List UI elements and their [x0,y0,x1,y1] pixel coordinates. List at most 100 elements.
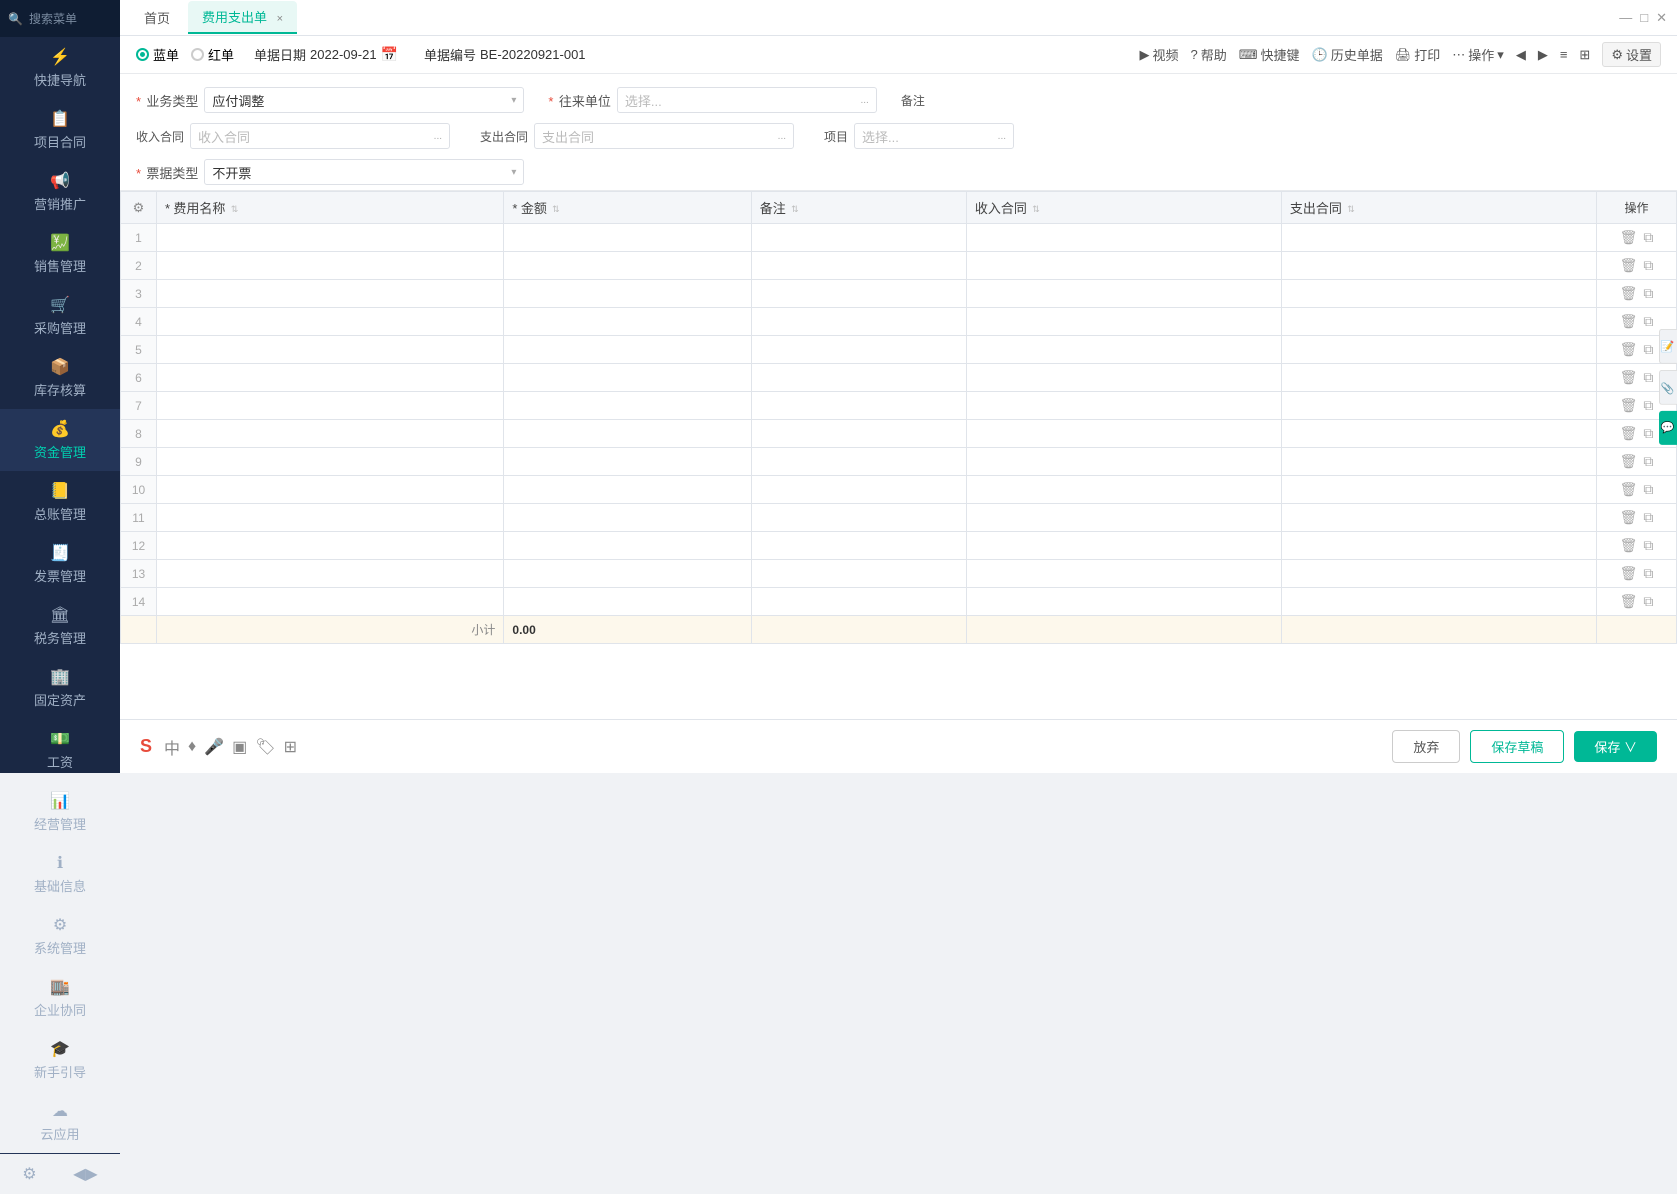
tab-expense[interactable]: 费用支出单 × [188,1,297,34]
sidebar-item-inventory[interactable]: 📦 库存核算 [0,347,120,409]
cell-amount[interactable] [504,476,751,504]
cell-expense-name[interactable] [157,336,504,364]
delete-icon[interactable]: 🗑 [1620,509,1638,526]
cell-expense-contract[interactable] [1281,364,1596,392]
sidebar-item-fund[interactable]: 💰 资金管理 [0,409,120,471]
copy-icon[interactable]: ⧉ [1643,537,1653,554]
expense-contract-select[interactable]: 支出合同 ... [534,123,794,149]
cell-remark[interactable] [751,308,966,336]
project-select[interactable]: 选择... ... [854,123,1014,149]
income-contract-select[interactable]: 收入合同 ... [190,123,450,149]
cell-expense-contract[interactable] [1281,532,1596,560]
cell-expense-contract[interactable] [1281,308,1596,336]
cell-expense-contract[interactable] [1281,588,1596,616]
cell-expense-contract[interactable] [1281,252,1596,280]
cell-income-contract[interactable] [966,364,1281,392]
sidebar-item-sales[interactable]: 💹 销售管理 [0,223,120,285]
cell-expense-name[interactable] [157,476,504,504]
delete-icon[interactable]: 🗑 [1620,369,1638,386]
cell-amount[interactable] [504,308,751,336]
cell-income-contract[interactable] [966,420,1281,448]
cell-income-contract[interactable] [966,392,1281,420]
cell-expense-name[interactable] [157,448,504,476]
copy-icon[interactable]: ⧉ [1643,397,1653,414]
copy-icon[interactable]: ⧉ [1643,593,1653,610]
sidebar-search[interactable]: 🔍 搜索菜单 [0,0,120,37]
cell-income-contract[interactable] [966,560,1281,588]
copy-icon[interactable]: ⧉ [1643,229,1653,246]
delete-icon[interactable]: 🗑 [1620,453,1638,470]
delete-icon[interactable]: 🗑 [1620,537,1638,554]
cell-expense-name[interactable] [157,364,504,392]
cell-amount[interactable] [504,504,751,532]
diamond-icon[interactable]: ♦ [188,738,196,756]
cell-income-contract[interactable] [966,224,1281,252]
video-btn[interactable]: ▶ 视频 [1140,45,1179,64]
cell-remark[interactable] [751,560,966,588]
cell-income-contract[interactable] [966,336,1281,364]
delete-icon[interactable]: 🗑 [1620,285,1638,302]
history-btn[interactable]: 🕒 历史单据 [1312,45,1383,64]
cell-remark[interactable] [751,336,966,364]
sidebar-item-newbie[interactable]: 🎓 新手引导 [0,1029,120,1091]
cell-income-contract[interactable] [966,532,1281,560]
delete-icon[interactable]: 🗑 [1620,341,1638,358]
cell-income-contract[interactable] [966,280,1281,308]
delete-icon[interactable]: 🗑 [1620,397,1638,414]
cell-expense-contract[interactable] [1281,504,1596,532]
cell-amount[interactable] [504,252,751,280]
cell-remark[interactable] [751,364,966,392]
invoice-type-select[interactable]: 不开票 ▾ [204,159,524,185]
save-button[interactable]: 保存 ∨ [1574,731,1657,762]
sidebar-item-sys[interactable]: ⚙ 系统管理 [0,905,120,967]
cell-expense-name[interactable] [157,392,504,420]
biz-type-select[interactable]: 应付调整 ▾ [204,87,524,113]
cell-expense-name[interactable] [157,560,504,588]
cell-expense-contract[interactable] [1281,420,1596,448]
delete-icon[interactable]: 🗑 [1620,313,1638,330]
copy-icon[interactable]: ⧉ [1643,313,1653,330]
tag-icon[interactable]: 🏷 [255,737,275,757]
cell-amount[interactable] [504,336,751,364]
cell-expense-name[interactable] [157,532,504,560]
radio-blue[interactable]: 蓝单 [136,45,179,64]
audio-bottom-icon[interactable]: ◀▶ [73,1164,98,1184]
cell-expense-contract[interactable] [1281,224,1596,252]
cell-remark[interactable] [751,588,966,616]
delete-icon[interactable]: 🗑 [1620,565,1638,582]
sidebar-item-salary[interactable]: 💵 工资 [0,719,120,781]
cell-income-contract[interactable] [966,476,1281,504]
cell-remark[interactable] [751,280,966,308]
cell-amount[interactable] [504,420,751,448]
cell-remark[interactable] [751,448,966,476]
cell-income-contract[interactable] [966,252,1281,280]
cell-expense-contract[interactable] [1281,336,1596,364]
copy-icon[interactable]: ⧉ [1643,481,1653,498]
delete-icon[interactable]: 🗑 [1620,593,1638,610]
sidebar-item-cloud[interactable]: ☁ 云应用 [0,1091,120,1153]
cell-remark[interactable] [751,476,966,504]
sidebar-item-basic-info[interactable]: ℹ 基础信息 [0,843,120,905]
cell-income-contract[interactable] [966,448,1281,476]
grid-view-icon[interactable]: ⊞ [1579,47,1590,63]
sidebar-item-tax[interactable]: 🏛 税务管理 [0,595,120,657]
copy-icon[interactable]: ⧉ [1643,565,1653,582]
settings-bottom-icon[interactable]: ⚙ [22,1164,36,1184]
copy-icon[interactable]: ⧉ [1643,369,1653,386]
cell-amount[interactable] [504,560,751,588]
cell-income-contract[interactable] [966,308,1281,336]
copy-icon[interactable]: ⧉ [1643,341,1653,358]
cell-income-contract[interactable] [966,588,1281,616]
sidebar-item-quick-nav[interactable]: ⚡ 快捷导航 [0,37,120,99]
cell-amount[interactable] [504,588,751,616]
sidebar-item-marketing[interactable]: 📢 营销推广 [0,161,120,223]
sidebar-item-project-contract[interactable]: 📋 项目合同 [0,99,120,161]
settings-btn[interactable]: ⚙ 设置 [1602,42,1661,67]
cell-amount[interactable] [504,224,751,252]
copy-icon[interactable]: ⧉ [1643,285,1653,302]
copy-icon[interactable]: ⧉ [1643,425,1653,442]
cell-income-contract[interactable] [966,504,1281,532]
tab-close-icon[interactable]: × [277,13,283,25]
cell-expense-contract[interactable] [1281,392,1596,420]
sidebar-item-enterprise[interactable]: 🏬 企业协同 [0,967,120,1029]
